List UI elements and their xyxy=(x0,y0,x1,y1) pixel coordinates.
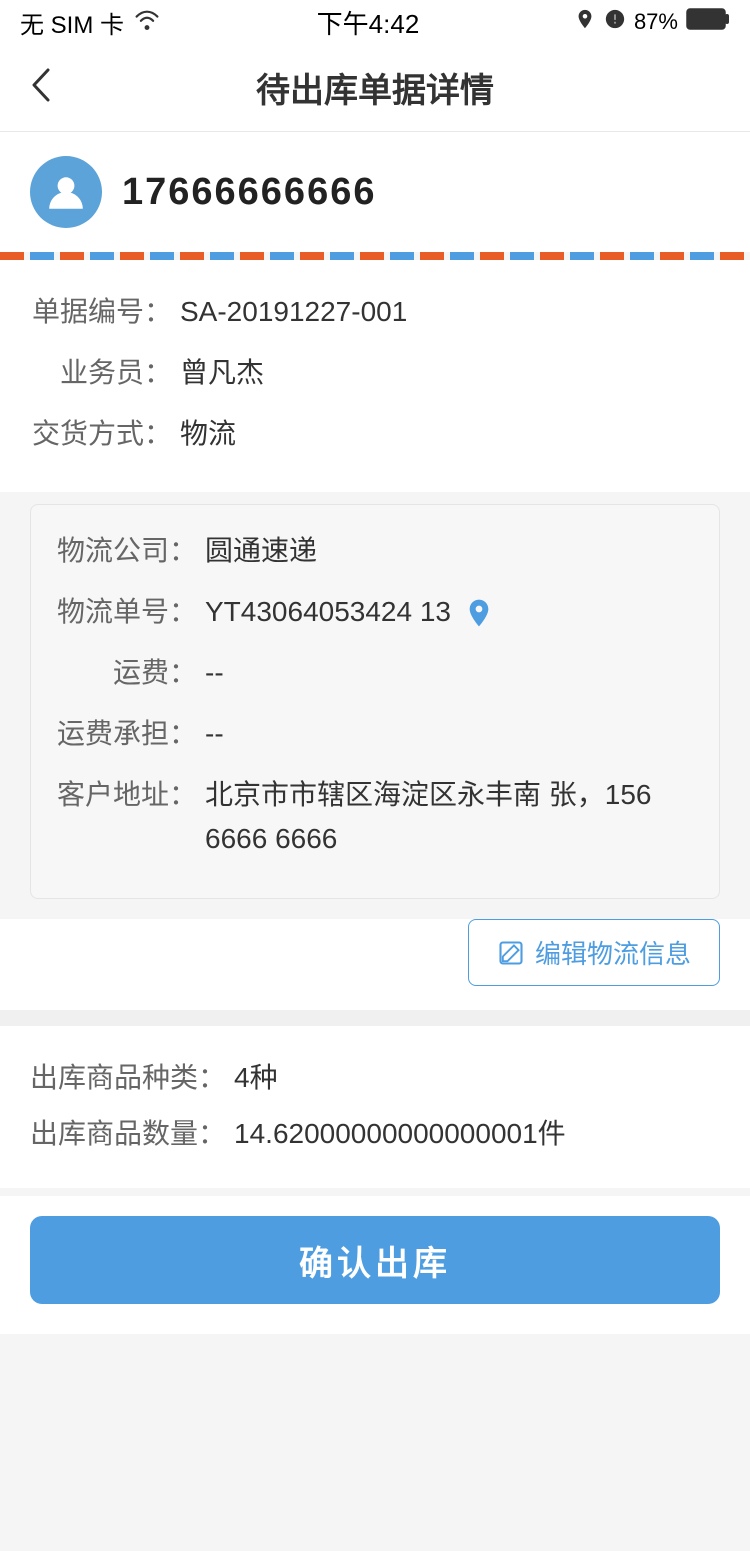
product-quantity-value: 14.62000000000000001件 xyxy=(234,1112,566,1152)
products-section: 出库商品种类： 4种 出库商品数量： 14.62000000000000001件 xyxy=(0,1026,750,1188)
salesman-row: 业务员： 曾凡杰 xyxy=(30,351,720,396)
logistics-freight-bearer-value: -- xyxy=(205,712,695,757)
salesman-label: 业务员： xyxy=(30,351,180,396)
back-button[interactable] xyxy=(30,56,62,120)
product-types-label: 出库商品种类： xyxy=(30,1056,234,1096)
page-title: 待出库单据详情 xyxy=(256,63,494,112)
logistics-company-label: 物流公司： xyxy=(55,529,205,574)
order-info-section: 单据编号： SA-20191227-001 业务员： 曾凡杰 交货方式： 物流 xyxy=(0,260,750,492)
logistics-company-value: 圆通速递 xyxy=(205,529,695,574)
logistics-freight-bearer-row: 运费承担： -- xyxy=(55,712,695,757)
logistics-freight-label: 运费： xyxy=(55,651,205,696)
product-quantity-label: 出库商品数量： xyxy=(30,1112,234,1152)
customer-header: 17666666666 xyxy=(0,132,750,252)
location-service-icon xyxy=(574,8,596,36)
customer-phone: 17666666666 xyxy=(122,171,376,214)
salesman-value: 曾凡杰 xyxy=(180,351,720,396)
product-types-row: 出库商品种类： 4种 xyxy=(30,1056,720,1096)
order-number-row: 单据编号： SA-20191227-001 xyxy=(30,290,720,335)
logistics-company-row: 物流公司： 圆通速递 xyxy=(55,529,695,574)
confirm-button[interactable]: 确认出库 xyxy=(30,1216,720,1304)
dashed-divider xyxy=(0,252,750,260)
order-number-label: 单据编号： xyxy=(30,290,180,335)
logistics-address-label: 客户地址： xyxy=(55,773,205,818)
logistics-address-row: 客户地址： 北京市市辖区海淀区永丰南 张，156 6666 6666 xyxy=(55,773,695,863)
logistics-tracking-row: 物流单号： YT43064053424 13 xyxy=(55,590,695,635)
order-number-value: SA-20191227-001 xyxy=(180,290,720,335)
battery-icon xyxy=(686,8,730,36)
battery-label: 87% xyxy=(634,9,678,35)
logistics-freight-bearer-label: 运费承担： xyxy=(55,712,205,757)
delivery-method-value: 物流 xyxy=(180,412,720,457)
avatar xyxy=(30,156,102,228)
logistics-address-value: 北京市市辖区海淀区永丰南 张，156 6666 6666 xyxy=(205,773,695,863)
alarm-icon xyxy=(604,8,626,36)
logistics-freight-value: -- xyxy=(205,651,695,696)
delivery-method-label: 交货方式： xyxy=(30,412,180,457)
carrier-label: 无 SIM 卡 xyxy=(20,5,124,40)
status-time: 下午4:42 xyxy=(317,4,420,41)
tracking-location-icon[interactable] xyxy=(463,597,495,629)
edit-logistics-section: 编辑物流信息 xyxy=(0,919,750,1010)
logistics-tracking-value: YT43064053424 13 xyxy=(205,590,695,635)
status-right: 87% xyxy=(574,8,730,36)
logistics-tracking-label: 物流单号： xyxy=(55,590,205,635)
confirm-section: 确认出库 xyxy=(0,1196,750,1334)
status-bar: 无 SIM 卡 下午4:42 87% xyxy=(0,0,750,44)
edit-logistics-button[interactable]: 编辑物流信息 xyxy=(468,919,720,986)
wifi-icon xyxy=(132,8,162,36)
product-quantity-row: 出库商品数量： 14.62000000000000001件 xyxy=(30,1112,720,1152)
product-types-value: 4种 xyxy=(234,1056,278,1096)
logistics-card: 物流公司： 圆通速递 物流单号： YT43064053424 13 运费： --… xyxy=(30,504,720,899)
logistics-freight-row: 运费： -- xyxy=(55,651,695,696)
status-left: 无 SIM 卡 xyxy=(20,5,162,40)
nav-bar: 待出库单据详情 xyxy=(0,44,750,132)
delivery-method-row: 交货方式： 物流 xyxy=(30,412,720,457)
section-divider xyxy=(0,1010,750,1026)
